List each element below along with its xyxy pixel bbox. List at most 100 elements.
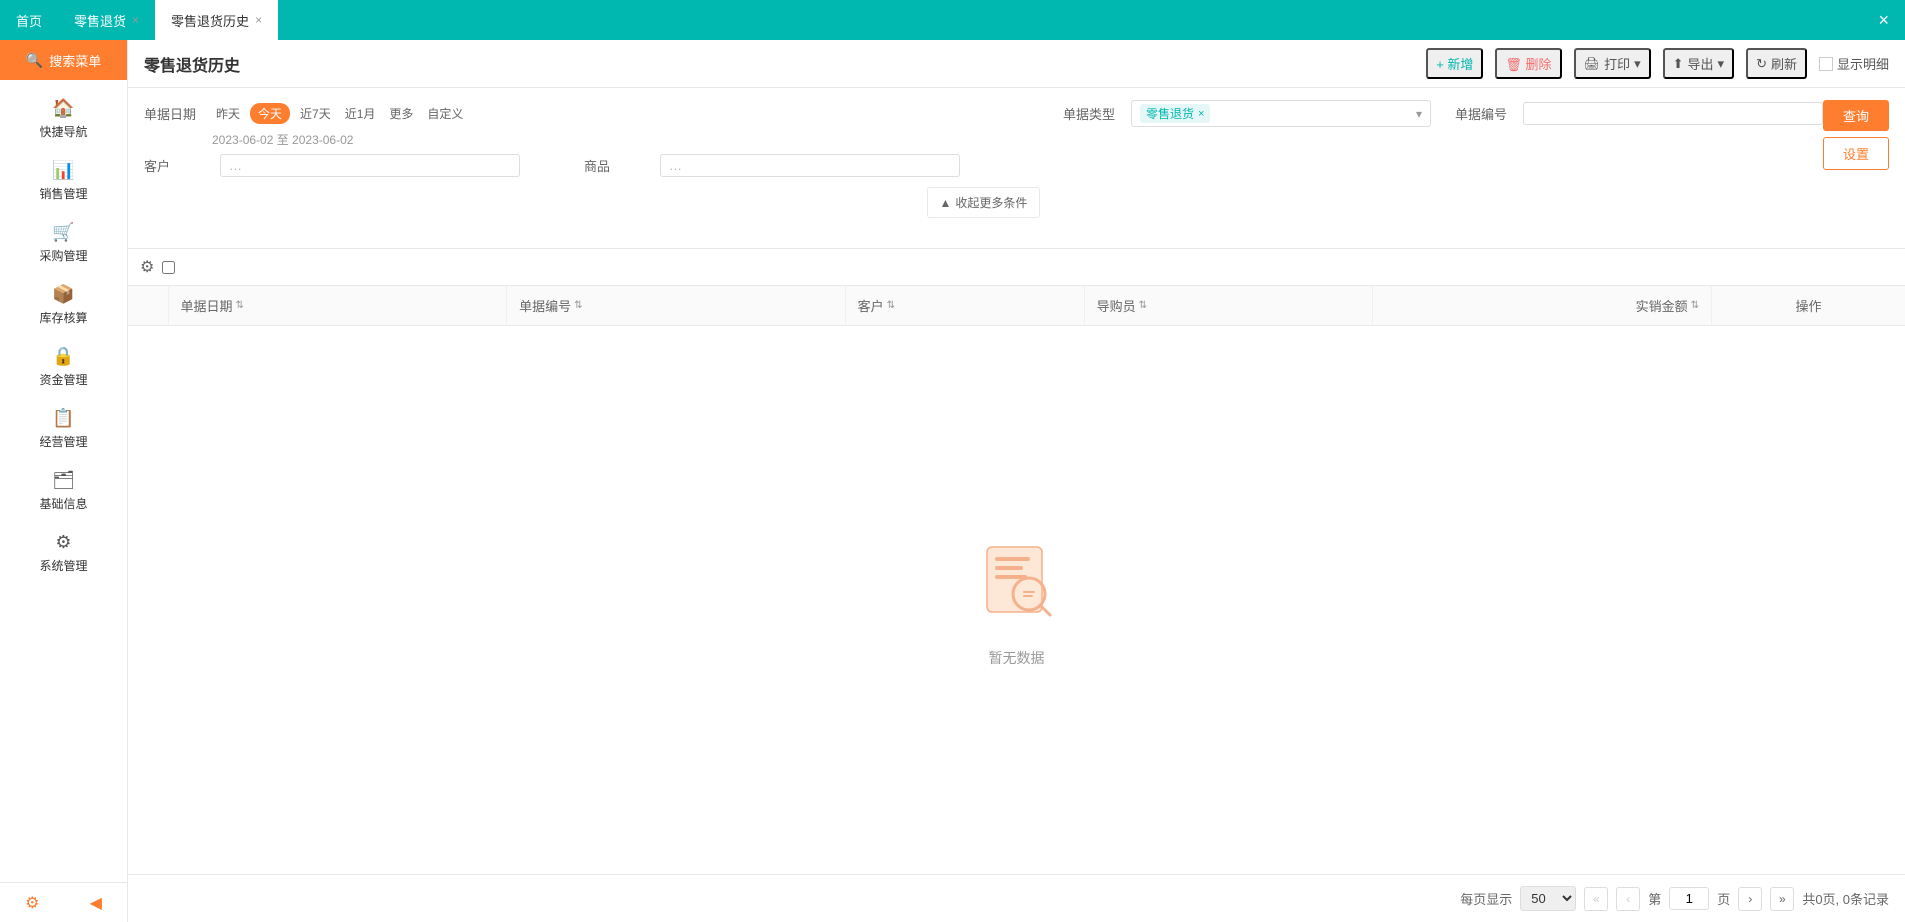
number-filter-label: 单据编号 xyxy=(1455,104,1515,123)
sidebar-settings-button[interactable]: ⚙ xyxy=(25,893,39,913)
sidebar-item-operations[interactable]: 📋 经营管理 xyxy=(0,398,127,460)
date-opt-more[interactable]: 更多 xyxy=(385,103,417,124)
customer-filter-label: 客户 xyxy=(144,156,204,175)
th-guide-sort-icon: ⇅ xyxy=(1139,300,1147,311)
th-number[interactable]: 单据编号 ⇅ xyxy=(507,286,846,326)
th-amount-sort-icon: ⇅ xyxy=(1691,300,1699,311)
refresh-button[interactable]: ↻ 刷新 xyxy=(1746,48,1807,79)
th-customer-label: 客户 xyxy=(858,296,884,315)
tab-home[interactable]: 首页 xyxy=(0,0,58,40)
date-opt-today[interactable]: 今天 xyxy=(250,103,290,124)
collapse-label: 收起更多条件 xyxy=(955,194,1027,211)
display-toggle-label: 显示明细 xyxy=(1837,54,1889,73)
tab-retail-return-label: 零售退货 xyxy=(74,11,126,30)
sidebar-item-sales[interactable]: 📊 销售管理 xyxy=(0,150,127,212)
data-table: 单据日期 ⇅ 单据编号 ⇅ 客户 xyxy=(128,286,1905,326)
pagination-prev-button[interactable]: ‹ xyxy=(1616,887,1640,911)
sidebar-search[interactable]: 🔍 搜索菜单 xyxy=(0,40,127,80)
sidebar-item-operations-label: 经营管理 xyxy=(39,433,87,450)
date-opt-yesterday[interactable]: 昨天 xyxy=(212,103,244,124)
pagination-last-button[interactable]: » xyxy=(1770,887,1794,911)
empty-icon xyxy=(967,532,1067,632)
date-opt-7days[interactable]: 近7天 xyxy=(296,103,335,124)
print-icon: 🖨 xyxy=(1584,56,1601,72)
goods-filter-col: 商品 … xyxy=(584,154,984,177)
goods-filter-input[interactable]: … xyxy=(660,154,960,177)
type-filter-select[interactable]: 零售退货 × ▾ xyxy=(1131,100,1431,127)
filter-settings-button[interactable]: 设置 xyxy=(1823,137,1889,170)
customer-filter-input[interactable]: … xyxy=(220,154,520,177)
type-select-arrow-icon: ▾ xyxy=(1416,107,1422,121)
pagination-next-button[interactable]: › xyxy=(1738,887,1762,911)
date-opt-1month[interactable]: 近1月 xyxy=(341,103,380,124)
tab-retail-return-history-close[interactable]: × xyxy=(255,13,262,27)
new-button[interactable]: + 新增 xyxy=(1426,48,1483,79)
sidebar-item-inventory[interactable]: 📦 库存核算 xyxy=(0,274,127,336)
th-date-sort-icon: ⇅ xyxy=(236,300,244,311)
tab-retail-return[interactable]: 零售退货 × xyxy=(58,0,155,40)
table-toolbar: ⚙ xyxy=(128,249,1905,286)
basic-info-icon: 🗂 xyxy=(52,470,75,491)
display-toggle-checkbox[interactable] xyxy=(1819,57,1833,71)
tab-retail-return-history[interactable]: 零售退货历史 × xyxy=(155,0,278,40)
th-customer[interactable]: 客户 ⇅ xyxy=(845,286,1084,326)
home-icon: 🏠 xyxy=(52,98,74,119)
print-arrow-icon: ▾ xyxy=(1634,56,1641,72)
tab-retail-return-close[interactable]: × xyxy=(132,13,139,27)
collapse-button[interactable]: ▲ 收起更多条件 xyxy=(927,187,1041,218)
export-button[interactable]: ⬆ 导出 ▾ xyxy=(1663,48,1734,79)
sidebar-item-finance-label: 资金管理 xyxy=(39,371,87,388)
th-guide[interactable]: 导购员 ⇅ xyxy=(1084,286,1373,326)
th-checkbox xyxy=(128,286,168,326)
th-number-sort-icon: ⇅ xyxy=(574,300,582,311)
sidebar-item-basic-info[interactable]: 🗂 基础信息 xyxy=(0,460,127,522)
sidebar-item-system[interactable]: ⚙ 系统管理 xyxy=(0,522,127,584)
page-title: 零售退货历史 xyxy=(144,52,1426,76)
filter-second-row: 客户 … 商品 … xyxy=(144,154,1823,177)
search-icon: 🔍 xyxy=(26,52,43,69)
sidebar-item-system-label: 系统管理 xyxy=(39,557,87,574)
date-range-text: 2023-06-02 至 2023-06-02 xyxy=(212,133,353,147)
sidebar-item-finance[interactable]: 🔒 资金管理 xyxy=(0,336,127,398)
delete-button[interactable]: 🗑 删除 xyxy=(1495,48,1561,79)
date-opt-custom[interactable]: 自定义 xyxy=(423,103,467,124)
th-guide-label: 导购员 xyxy=(1097,296,1136,315)
pagination-total: 共0页, 0条记录 xyxy=(1802,889,1889,908)
main-layout: 🔍 搜索菜单 🏠 快捷导航 📊 销售管理 🛒 采购管理 📦 库存核算 🔒 xyxy=(0,40,1905,922)
finance-icon: 🔒 xyxy=(52,346,74,367)
per-page-label: 每页显示 xyxy=(1460,889,1512,908)
customer-placeholder: … xyxy=(229,158,242,173)
print-label: 打印 xyxy=(1604,54,1630,73)
per-page-select[interactable]: 10 20 50 100 xyxy=(1520,886,1576,911)
sidebar-search-label: 搜索菜单 xyxy=(49,51,101,70)
sidebar-item-inventory-label: 库存核算 xyxy=(39,309,87,326)
sidebar-item-quick-nav[interactable]: 🏠 快捷导航 xyxy=(0,88,127,150)
table-select-all-checkbox[interactable] xyxy=(162,261,175,274)
goods-placeholder: … xyxy=(669,158,682,173)
sidebar-footer: ⚙ ◀ xyxy=(0,882,127,922)
print-button[interactable]: 🖨 打印 ▾ xyxy=(1574,48,1651,79)
filter-row-top: 单据日期 昨天 今天 近7天 近1月 更多 自定义 单据类型 xyxy=(144,100,1889,238)
th-date[interactable]: 单据日期 ⇅ xyxy=(168,286,507,326)
type-tag-label: 零售退货 xyxy=(1146,105,1194,122)
query-button[interactable]: 查询 xyxy=(1823,100,1889,131)
sidebar-item-basic-info-label: 基础信息 xyxy=(39,495,87,512)
th-amount[interactable]: 实销金额 ⇅ xyxy=(1373,286,1712,326)
table-settings-icon[interactable]: ⚙ xyxy=(140,257,154,277)
sidebar-collapse-button[interactable]: ◀ xyxy=(90,893,102,913)
sidebar-item-purchase-label: 采购管理 xyxy=(39,247,87,264)
pagination-first-button[interactable]: « xyxy=(1584,887,1608,911)
goods-filter-label: 商品 xyxy=(584,156,644,175)
type-filter-label: 单据类型 xyxy=(1063,104,1123,123)
type-tag-close[interactable]: × xyxy=(1198,108,1204,120)
type-filter-tag: 零售退货 × xyxy=(1140,104,1210,123)
filter-left: 单据日期 昨天 今天 近7天 近1月 更多 自定义 单据类型 xyxy=(144,100,1823,238)
collapse-icon: ▲ xyxy=(940,196,952,210)
topbar-tabs: 首页 零售退货 × 零售退货历史 × xyxy=(0,0,1905,40)
window-close-button[interactable]: × xyxy=(1878,11,1889,29)
header-actions: + 新增 🗑 删除 🖨 打印 ▾ ⬆ 导出 ▾ ↻ 刷新 xyxy=(1426,48,1889,79)
page-number-input[interactable]: 1 xyxy=(1669,887,1709,910)
export-icon: ⬆ xyxy=(1673,56,1684,72)
number-filter-input[interactable] xyxy=(1523,102,1823,125)
sidebar-item-purchase[interactable]: 🛒 采购管理 xyxy=(0,212,127,274)
